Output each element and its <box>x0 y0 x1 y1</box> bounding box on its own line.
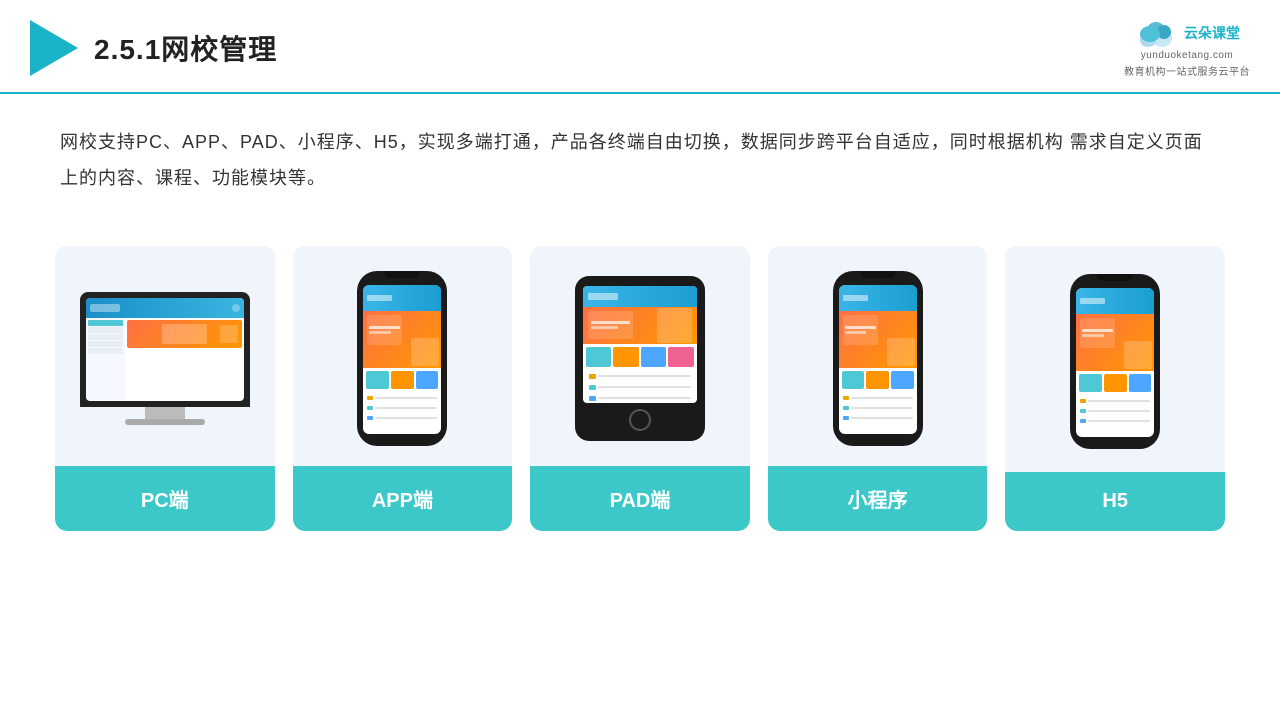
logo-triangle-icon <box>30 20 78 76</box>
phone-notch <box>384 271 420 278</box>
card-miniapp: 小程序 <box>768 246 988 531</box>
brand-name: 云朵课堂 <box>1184 23 1240 43</box>
header: 2.5.1网校管理 云朵课堂 yunduoketang.com 教育机构一站式服… <box>0 0 1280 94</box>
h5-phone-notch <box>1097 274 1133 281</box>
pc-monitor <box>80 292 250 425</box>
miniapp-phone-notch <box>860 271 896 278</box>
card-h5: H5 <box>1005 246 1225 531</box>
monitor-screen <box>86 298 244 401</box>
brand-logo: 云朵课堂 <box>1134 18 1240 48</box>
tablet-frame <box>575 276 705 441</box>
h5-phone-frame <box>1070 274 1160 449</box>
brand-tagline: 教育机构一站式服务云平台 <box>1124 63 1250 78</box>
tablet-home-button <box>629 409 651 431</box>
brand-url: yunduoketang.com <box>1141 50 1234 61</box>
app-phone-frame <box>357 271 447 446</box>
monitor-base <box>125 419 205 425</box>
page-title: 2.5.1网校管理 <box>94 28 277 68</box>
monitor-stand <box>145 407 185 419</box>
header-left: 2.5.1网校管理 <box>30 20 277 76</box>
miniapp-phone-frame <box>833 271 923 446</box>
miniapp-phone-screen <box>839 285 917 434</box>
app-phone-screen <box>363 285 441 434</box>
monitor-frame <box>80 292 250 407</box>
cards-container: PC端 <box>0 216 1280 551</box>
card-pad-label: PAD端 <box>530 466 750 531</box>
card-h5-image <box>1005 246 1225 472</box>
description-text: 网校支持PC、APP、PAD、小程序、H5，实现多端打通，产品各终端自由切换，数… <box>0 94 1280 206</box>
card-miniapp-image <box>768 246 988 466</box>
card-pc: PC端 <box>55 246 275 531</box>
card-pad-image <box>530 246 750 466</box>
card-pc-image <box>55 246 275 466</box>
header-right: 云朵课堂 yunduoketang.com 教育机构一站式服务云平台 <box>1124 18 1250 78</box>
card-pc-label: PC端 <box>55 466 275 531</box>
tablet-screen <box>583 286 697 403</box>
card-app-image <box>293 246 513 466</box>
card-app: APP端 <box>293 246 513 531</box>
cloud-icon <box>1134 18 1178 48</box>
card-miniapp-label: 小程序 <box>768 466 988 531</box>
h5-phone-screen <box>1076 288 1154 437</box>
card-pad: PAD端 <box>530 246 750 531</box>
card-app-label: APP端 <box>293 466 513 531</box>
card-h5-label: H5 <box>1005 472 1225 531</box>
